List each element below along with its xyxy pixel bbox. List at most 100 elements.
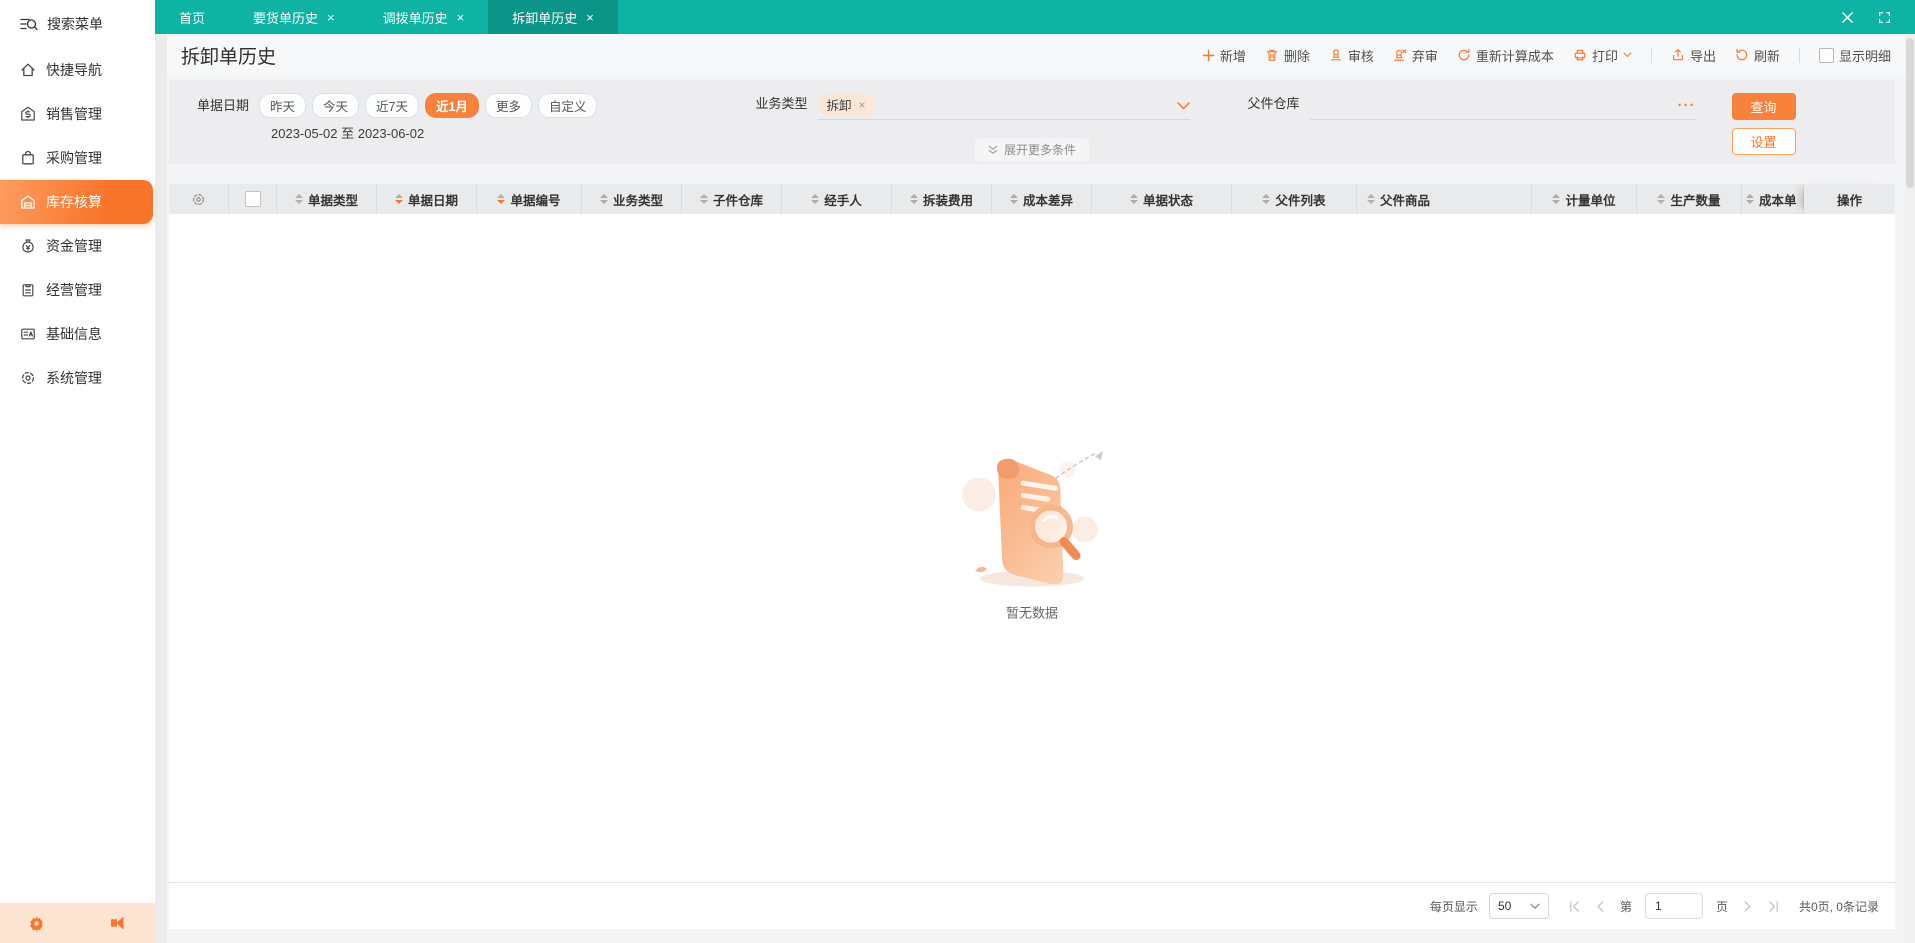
close-tab-icon[interactable]: × (457, 10, 465, 25)
expand-more-conditions-button[interactable]: 展开更多条件 (974, 138, 1090, 161)
page-navigation: 第 页 (1568, 893, 1780, 919)
pill-more[interactable]: 更多 (484, 93, 532, 118)
vertical-scrollbar[interactable] (1905, 34, 1915, 943)
column-disassembly-fee[interactable]: 拆装费用 (892, 184, 992, 214)
sidebar-item-inventory[interactable]: 库存核算 (0, 180, 153, 224)
show-detail-toggle[interactable]: 显示明细 (1818, 46, 1891, 65)
query-button[interactable]: 查询 (1731, 93, 1796, 120)
filter-panel: 单据日期 昨天 今天 近7天 近1月 更多 自定义 2023-05-02 至 2… (169, 80, 1895, 164)
print-button[interactable]: 打印 (1573, 46, 1632, 65)
refresh-button[interactable]: 刷新 (1735, 46, 1780, 65)
sort-arrows[interactable] (1367, 194, 1375, 204)
sidebar-search-menu[interactable]: 搜索菜单 (0, 0, 155, 44)
sidebar-item-operations[interactable]: 经营管理 (0, 268, 155, 312)
window-controls (1841, 0, 1915, 34)
tab-transfer-order-history[interactable]: 调拨单历史 × (359, 0, 489, 34)
sort-arrows[interactable] (909, 194, 918, 204)
column-handler[interactable]: 经手人 (782, 184, 892, 214)
filter-biz-type-group: 业务类型 拆卸 × (755, 93, 1190, 120)
last-page-icon[interactable] (1767, 900, 1780, 913)
close-window-icon[interactable] (1841, 11, 1854, 24)
sidebar: 搜索菜单 快捷导航 销售管理 采购管理 库存核算 资金管理 经营管理 基础信息 … (0, 0, 155, 943)
column-child-warehouse[interactable]: 子件仓库 (682, 184, 782, 214)
scrollbar-thumb[interactable] (1906, 38, 1914, 188)
sort-arrows[interactable] (811, 194, 820, 204)
search-menu-icon (20, 16, 38, 32)
biz-type-input[interactable]: 拆卸 × (817, 93, 1190, 120)
pill-last-7-days[interactable]: 近7天 (365, 93, 419, 118)
sidebar-item-funds[interactable]: 资金管理 (0, 224, 155, 268)
column-parent-product[interactable]: 父件商品 (1357, 184, 1532, 214)
pill-yesterday[interactable]: 昨天 (259, 93, 307, 118)
chevron-down-icon[interactable] (1176, 102, 1190, 110)
delete-button[interactable]: 删除 (1265, 46, 1310, 65)
tab-disassembly-order-history[interactable]: 拆卸单历史 × (488, 0, 618, 34)
sort-arrows[interactable] (1262, 194, 1271, 204)
sidebar-item-quick-nav[interactable]: 快捷导航 (0, 48, 155, 92)
next-page-icon[interactable] (1741, 900, 1754, 913)
column-doc-date[interactable]: 单据日期 (377, 184, 477, 214)
date-range-value: 2023-05-02 至 2023-06-02 (271, 126, 425, 141)
tab-request-order-history[interactable]: 要货单历史 × (229, 0, 359, 34)
pill-custom[interactable]: 自定义 (537, 93, 598, 118)
sidebar-item-label: 快捷导航 (46, 62, 102, 78)
per-page-select[interactable]: 50 (1488, 893, 1549, 919)
filter-date-group: 单据日期 昨天 今天 近7天 近1月 更多 自定义 2023-05-02 至 2… (197, 93, 598, 142)
sidebar-item-purchase[interactable]: 采购管理 (0, 136, 155, 180)
sort-arrows[interactable] (497, 194, 506, 204)
gear-icon[interactable] (28, 915, 45, 932)
sort-arrows[interactable] (1746, 194, 1754, 204)
remove-tag-icon[interactable]: × (859, 98, 866, 112)
column-cost-difference[interactable]: 成本差异 (992, 184, 1092, 214)
show-detail-checkbox[interactable] (1818, 47, 1834, 63)
collapse-sidebar-icon[interactable] (109, 915, 127, 931)
parent-warehouse-input[interactable]: ··· (1309, 93, 1696, 120)
biz-type-label: 业务类型 (755, 96, 808, 111)
clipboard-icon (20, 282, 36, 298)
sort-arrows[interactable] (294, 194, 303, 204)
column-doc-number[interactable]: 单据编号 (477, 184, 582, 214)
settings-button[interactable]: 设置 (1731, 128, 1796, 155)
money-bag-icon (20, 238, 36, 254)
data-table: 单据类型 单据日期 单据编号 业务类型 子件仓库 经手人 拆装费用 成本差异 单… (169, 184, 1895, 929)
export-button[interactable]: 导出 (1671, 46, 1716, 65)
select-all-checkbox[interactable] (244, 191, 261, 207)
column-parent-list[interactable]: 父件列表 (1232, 184, 1357, 214)
column-doc-status[interactable]: 单据状态 (1092, 184, 1232, 214)
sidebar-item-sales[interactable]: 销售管理 (0, 92, 155, 136)
new-button[interactable]: 新增 (1202, 46, 1246, 65)
sort-arrows[interactable] (1129, 194, 1138, 204)
sort-arrows[interactable] (599, 194, 608, 204)
close-tab-icon[interactable]: × (327, 10, 335, 25)
unaudit-button[interactable]: 弃审 (1393, 46, 1438, 65)
page-number-input[interactable] (1644, 893, 1703, 919)
fullscreen-icon[interactable] (1878, 11, 1891, 24)
previous-page-icon[interactable] (1594, 900, 1607, 913)
pill-last-month[interactable]: 近1月 (425, 93, 479, 118)
tab-label: 要货单历史 (253, 10, 319, 26)
sidebar-item-system[interactable]: 系统管理 (0, 356, 155, 400)
sort-arrows[interactable] (699, 194, 708, 204)
tab-home[interactable]: 首页 (155, 0, 229, 34)
table-body: 暂无数据 (169, 214, 1895, 882)
sidebar-item-label: 基础信息 (46, 326, 102, 342)
sort-arrows[interactable] (1009, 194, 1018, 204)
column-doc-type[interactable]: 单据类型 (277, 184, 377, 214)
sort-arrows[interactable] (1657, 194, 1666, 204)
sort-arrows[interactable] (394, 194, 403, 204)
chevron-down-icon (1530, 903, 1540, 910)
sidebar-item-base-info[interactable]: 基础信息 (0, 312, 155, 356)
close-tab-icon[interactable]: × (586, 10, 594, 25)
recalculate-cost-button[interactable]: 重新计算成本 (1457, 46, 1554, 65)
pill-today[interactable]: 今天 (312, 93, 360, 118)
column-production-qty[interactable]: 生产数量 (1637, 184, 1742, 214)
sidebar-item-label: 销售管理 (46, 106, 102, 122)
sort-arrows[interactable] (1552, 194, 1561, 204)
first-page-icon[interactable] (1568, 900, 1581, 913)
audit-button[interactable]: 审核 (1329, 46, 1374, 65)
column-unit[interactable]: 计量单位 (1532, 184, 1637, 214)
column-biz-type[interactable]: 业务类型 (582, 184, 682, 214)
column-settings-gear-icon[interactable] (169, 184, 229, 214)
more-options-icon[interactable]: ··· (1678, 98, 1696, 113)
column-cost-truncated[interactable]: 成本单 (1742, 184, 1804, 214)
